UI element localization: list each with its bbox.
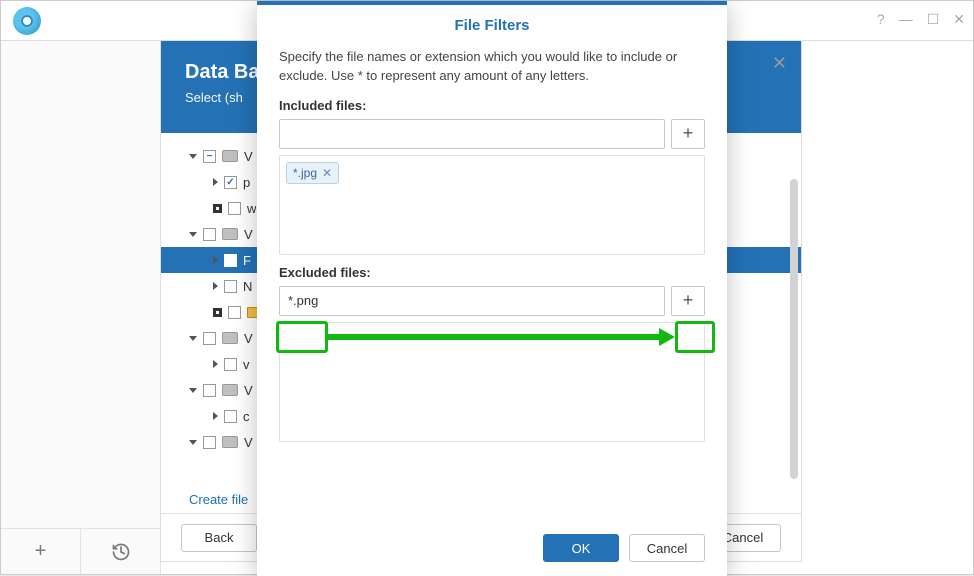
app-window: ? — ☐ ✕ + ✕ Data Ba Select (sh VpwVFNVv <box>0 0 974 575</box>
modal-overlay: File Filters Specify the file names or e… <box>1 1 973 574</box>
add-included-button[interactable]: + <box>671 119 705 149</box>
add-excluded-button[interactable]: + <box>671 286 705 316</box>
excluded-files-label: Excluded files: <box>279 265 705 280</box>
excluded-files-list <box>279 322 705 442</box>
included-files-input[interactable] <box>279 119 665 149</box>
filter-chip: *.jpg ✕ <box>286 162 339 184</box>
cancel-button[interactable]: Cancel <box>629 534 705 562</box>
included-files-list: *.jpg ✕ <box>279 155 705 255</box>
dialog-description: Specify the file names or extension whic… <box>279 48 705 86</box>
remove-chip-icon[interactable]: ✕ <box>322 166 332 180</box>
ok-button[interactable]: OK <box>543 534 619 562</box>
excluded-files-input[interactable] <box>279 286 665 316</box>
dialog-footer: OK Cancel <box>257 524 727 576</box>
filter-chip-label: *.jpg <box>293 166 317 180</box>
included-files-label: Included files: <box>279 98 705 113</box>
dialog-title: File Filters <box>257 5 727 42</box>
file-filters-dialog: File Filters Specify the file names or e… <box>257 1 727 576</box>
